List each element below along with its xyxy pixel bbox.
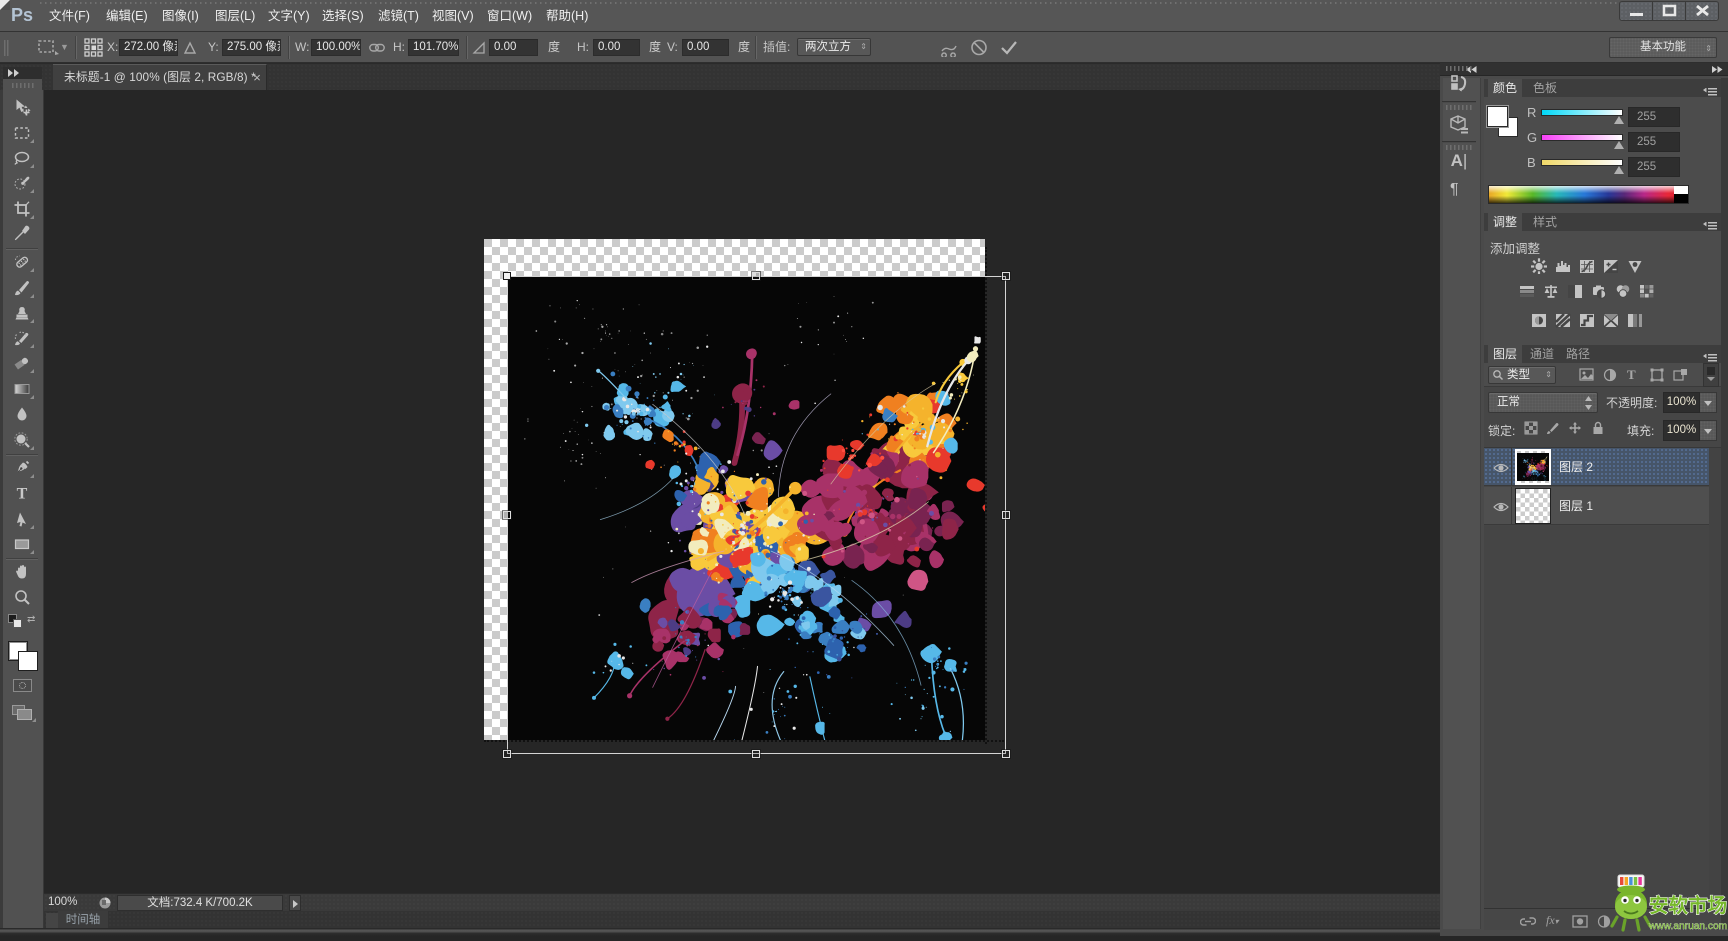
svg-text:www.anruan.com: www.anruan.com (1648, 921, 1727, 932)
svg-text:T: T (17, 486, 28, 503)
svg-text:安软市场: 安软市场 (1649, 894, 1727, 917)
